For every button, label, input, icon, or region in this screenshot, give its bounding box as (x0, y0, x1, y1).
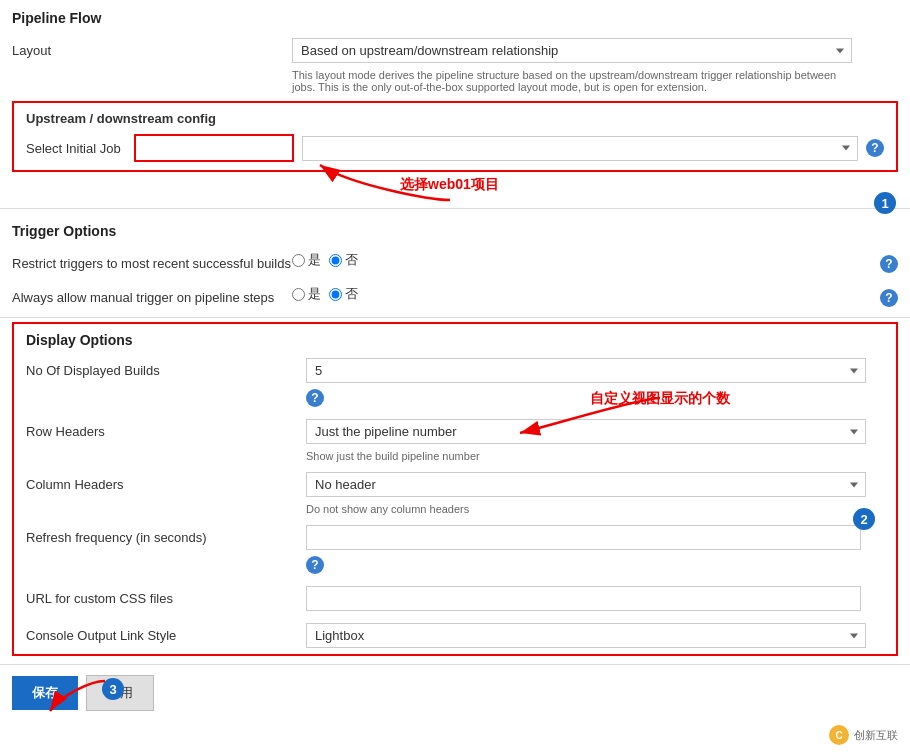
layout-row: Layout Based on upstream/downstream rela… (0, 32, 910, 69)
layout-select[interactable]: Based on upstream/downstream relationshi… (292, 38, 852, 63)
annotation-builds-cn: 自定义视图显示的个数 (590, 390, 730, 408)
layout-control: Based on upstream/downstream relationshi… (292, 38, 898, 63)
restrict-no-label[interactable]: 否 (329, 251, 358, 269)
restrict-yes-radio[interactable] (292, 254, 305, 267)
allow-manual-yes-radio[interactable] (292, 288, 305, 301)
console-output-label: Console Output Link Style (26, 623, 306, 643)
console-output-row: Console Output Link Style Lightbox New W… (14, 617, 896, 654)
refresh-frequency-control: 3 ? (306, 525, 884, 574)
column-headers-select[interactable]: No header (306, 472, 866, 497)
annotation-web01-label: 选择web01项目 (400, 176, 499, 194)
restrict-triggers-label: Restrict triggers to most recent success… (12, 251, 292, 271)
watermark: C 创新互联 (828, 724, 898, 746)
no-of-builds-row: No Of Displayed Builds 5 ? (14, 352, 896, 413)
divider-1 (0, 208, 910, 209)
refresh-frequency-row: Refresh frequency (in seconds) 3 ? (14, 519, 896, 580)
refresh-frequency-input[interactable]: 3 (306, 525, 861, 550)
restrict-triggers-row: Restrict triggers to most recent success… (0, 245, 910, 279)
row-headers-hint: Show just the build pipeline number (14, 450, 896, 466)
layout-label: Layout (12, 38, 292, 58)
divider-2 (0, 317, 910, 318)
row-headers-control: Just the pipeline number (306, 419, 884, 444)
row-headers-select[interactable]: Just the pipeline number (306, 419, 866, 444)
initial-job-select-wrapper (302, 136, 858, 161)
allow-manual-yes-text: 是 (308, 285, 321, 303)
annotation-badge-2: 2 (853, 508, 875, 530)
annotation-web01-container: 选择web01项目 (290, 176, 910, 198)
select-initial-job-label: Select Initial Job (26, 141, 126, 156)
column-headers-row: Column Headers No header (14, 466, 896, 503)
svg-text:C: C (835, 730, 842, 741)
allow-manual-radio-group: 是 否 (292, 285, 358, 303)
initial-job-help-icon[interactable]: ? (866, 139, 884, 157)
allow-manual-row: Always allow manual trigger on pipeline … (0, 279, 910, 313)
layout-select-wrapper: Based on upstream/downstream relationshi… (292, 38, 852, 63)
save-button[interactable]: 保存 (12, 676, 78, 710)
allow-manual-control: 是 否 (292, 285, 872, 303)
no-of-builds-select-wrapper: 5 (306, 358, 866, 383)
restrict-no-radio[interactable] (329, 254, 342, 267)
refresh-frequency-label: Refresh frequency (in seconds) (26, 525, 306, 545)
allow-manual-no-radio[interactable] (329, 288, 342, 301)
upstream-config-row: Select Initial Job web01 ? (26, 134, 884, 162)
annotation-badge-3: 3 (102, 678, 124, 700)
no-of-builds-help-icon[interactable]: ? (306, 389, 324, 407)
refresh-frequency-help-icon[interactable]: ? (306, 556, 324, 574)
restrict-triggers-radio-group: 是 否 (292, 251, 358, 269)
display-options-title: Display Options (14, 324, 896, 352)
page-wrapper: Pipeline Flow Layout Based on upstream/d… (0, 0, 910, 754)
pipeline-flow-title: Pipeline Flow (0, 0, 910, 32)
trigger-options-title: Trigger Options (0, 213, 910, 245)
initial-job-select[interactable] (302, 136, 858, 161)
display-options-box: Display Options No Of Displayed Builds 5… (12, 322, 898, 656)
console-output-control: Lightbox New Window (306, 623, 884, 648)
column-headers-select-wrapper: No header (306, 472, 866, 497)
row-headers-label: Row Headers (26, 419, 306, 439)
no-of-builds-label: No Of Displayed Builds (26, 358, 306, 378)
allow-manual-no-text: 否 (345, 285, 358, 303)
column-headers-control: No header (306, 472, 884, 497)
upstream-config-title: Upstream / downstream config (26, 111, 884, 126)
column-headers-hint: Do not show any column headers (14, 503, 896, 519)
row-headers-row: Row Headers Just the pipeline number (14, 413, 896, 450)
console-output-select[interactable]: Lightbox New Window (306, 623, 866, 648)
restrict-no-text: 否 (345, 251, 358, 269)
restrict-yes-label[interactable]: 是 (292, 251, 321, 269)
url-css-label: URL for custom CSS files (26, 586, 306, 606)
upstream-config-box: Upstream / downstream config Select Init… (12, 101, 898, 172)
restrict-triggers-control: 是 否 (292, 251, 872, 269)
restrict-yes-text: 是 (308, 251, 321, 269)
footer-bar: 保存 应用 (0, 664, 910, 721)
allow-manual-no-label[interactable]: 否 (329, 285, 358, 303)
allow-manual-help-icon[interactable]: ? (880, 289, 898, 307)
url-css-control (306, 586, 884, 611)
no-of-builds-select[interactable]: 5 (306, 358, 866, 383)
select-initial-job-input[interactable]: web01 (134, 134, 294, 162)
url-css-row: URL for custom CSS files (14, 580, 896, 617)
layout-hint: This layout mode derives the pipeline st… (0, 69, 910, 97)
row-headers-select-wrapper: Just the pipeline number (306, 419, 866, 444)
console-output-select-wrapper: Lightbox New Window (306, 623, 866, 648)
watermark-logo-icon: C (828, 724, 850, 746)
column-headers-label: Column Headers (26, 472, 306, 492)
allow-manual-label: Always allow manual trigger on pipeline … (12, 285, 292, 305)
restrict-triggers-help-icon[interactable]: ? (880, 255, 898, 273)
watermark-text: 创新互联 (854, 728, 898, 743)
allow-manual-yes-label[interactable]: 是 (292, 285, 321, 303)
annotation-badge-1: 1 (874, 192, 896, 214)
url-css-input[interactable] (306, 586, 861, 611)
